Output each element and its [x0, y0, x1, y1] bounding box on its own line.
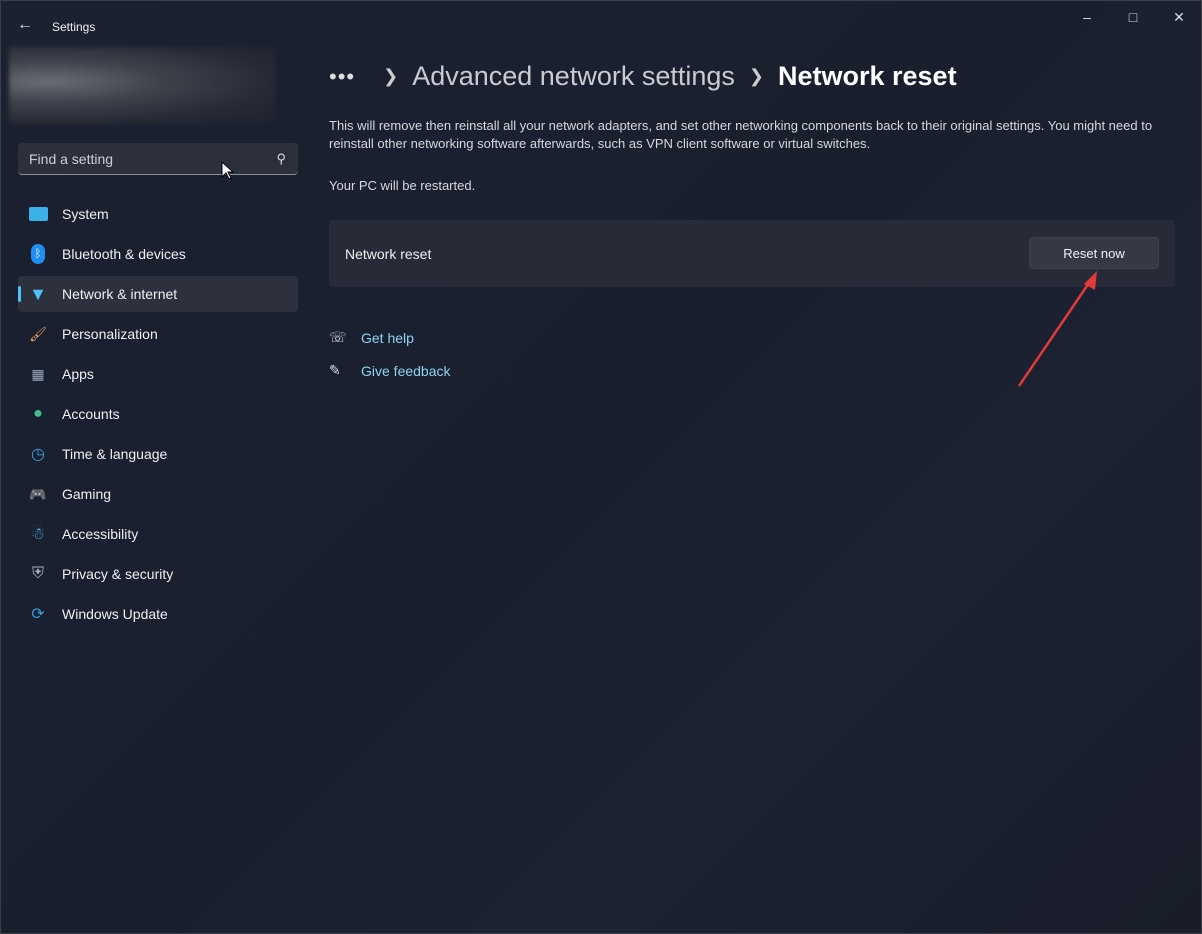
get-help-label[interactable]: Get help	[361, 330, 414, 346]
person-icon: ●	[33, 405, 43, 422]
sidebar-item-time-language[interactable]: ◷ Time & language	[18, 436, 298, 472]
give-feedback-link[interactable]: ✎ Give feedback	[329, 354, 451, 387]
bluetooth-icon: ᛒ	[28, 244, 48, 264]
sidebar-item-label: Gaming	[62, 486, 112, 502]
sidebar-item-label: Accounts	[62, 406, 120, 422]
sidebar-item-privacy[interactable]: ⛨ Privacy & security	[18, 556, 298, 592]
sidebar-item-label: Time & language	[62, 446, 168, 462]
breadcrumb-more-button[interactable]: •••	[329, 64, 355, 90]
sidebar-item-network[interactable]: ▼ Network & internet	[18, 276, 298, 312]
wifi-icon: ▼	[29, 283, 47, 304]
update-icon: ⟳	[31, 606, 45, 623]
title-bar: ← Settings – □ ✕	[1, 1, 1201, 51]
chevron-right-icon: ❯	[748, 66, 764, 86]
minimize-button[interactable]: –	[1072, 9, 1102, 25]
sidebar-item-accounts[interactable]: ● Accounts	[18, 396, 298, 432]
settings-window: ← Settings – □ ✕ ⚲ System ᛒ Bluetooth & d…	[0, 0, 1202, 934]
give-feedback-label[interactable]: Give feedback	[361, 363, 451, 379]
sidebar-item-windows-update[interactable]: ⟳ Windows Update	[18, 596, 298, 632]
apps-icon: ▦	[31, 365, 45, 382]
sidebar-item-label: System	[62, 206, 109, 222]
sidebar-item-apps[interactable]: ▦ Apps	[18, 356, 298, 392]
annotation-arrow-icon	[1017, 271, 1097, 387]
feedback-icon: ✎	[329, 362, 341, 378]
help-links: ☏ Get help ✎ Give feedback	[329, 321, 451, 387]
monitor-icon	[28, 204, 48, 224]
description-text: This will remove then reinstall all your…	[329, 118, 1153, 151]
search-icon[interactable]: ⚲	[276, 151, 286, 167]
back-button[interactable]: ←	[17, 16, 33, 34]
brush-icon: 🖌	[29, 325, 47, 342]
sidebar-item-label: Personalization	[62, 326, 158, 342]
sidebar-item-label: Privacy & security	[62, 566, 174, 582]
sidebar-item-accessibility[interactable]: ☃ Accessibility	[18, 516, 298, 552]
close-button[interactable]: ✕	[1164, 9, 1194, 26]
sidebar-item-label: Accessibility	[62, 526, 139, 542]
app-title: Settings	[52, 20, 96, 34]
mouse-cursor-icon	[221, 161, 235, 180]
sidebar-item-system[interactable]: System	[18, 196, 298, 232]
sidebar-item-label: Windows Update	[62, 606, 168, 622]
sidebar-item-bluetooth[interactable]: ᛒ Bluetooth & devices	[18, 236, 298, 272]
sidebar-item-label: Bluetooth & devices	[62, 246, 186, 262]
restart-note: Your PC will be restarted.	[329, 178, 476, 193]
get-help-link[interactable]: ☏ Get help	[329, 321, 451, 354]
gamepad-icon: 🎮	[29, 485, 47, 502]
reset-now-button[interactable]: Reset now	[1029, 237, 1159, 269]
globe-clock-icon: ◷	[31, 446, 45, 463]
shield-icon: ⛨	[31, 565, 44, 582]
card-label: Network reset	[345, 246, 432, 262]
breadcrumb: ••• ❯ Advanced network settings ❯ Networ…	[329, 61, 957, 92]
help-icon: ☏	[329, 329, 347, 345]
sidebar-item-label: Apps	[62, 366, 94, 382]
page-title: Network reset	[777, 61, 957, 91]
maximize-button[interactable]: □	[1118, 9, 1148, 25]
search-box[interactable]: ⚲	[18, 143, 298, 175]
user-profile-blurred[interactable]	[9, 47, 275, 124]
accessibility-icon: ☃	[30, 526, 46, 543]
breadcrumb-parent-link[interactable]: Advanced network settings	[412, 61, 735, 92]
sidebar-item-gaming[interactable]: 🎮 Gaming	[18, 476, 298, 512]
sidebar-nav: System ᛒ Bluetooth & devices ▼ Network & i…	[18, 196, 298, 636]
chevron-right-icon: ❯	[383, 66, 399, 86]
sidebar-item-personalization[interactable]: 🖌 Personalization	[18, 316, 298, 352]
sidebar-item-label: Network & internet	[62, 286, 178, 302]
